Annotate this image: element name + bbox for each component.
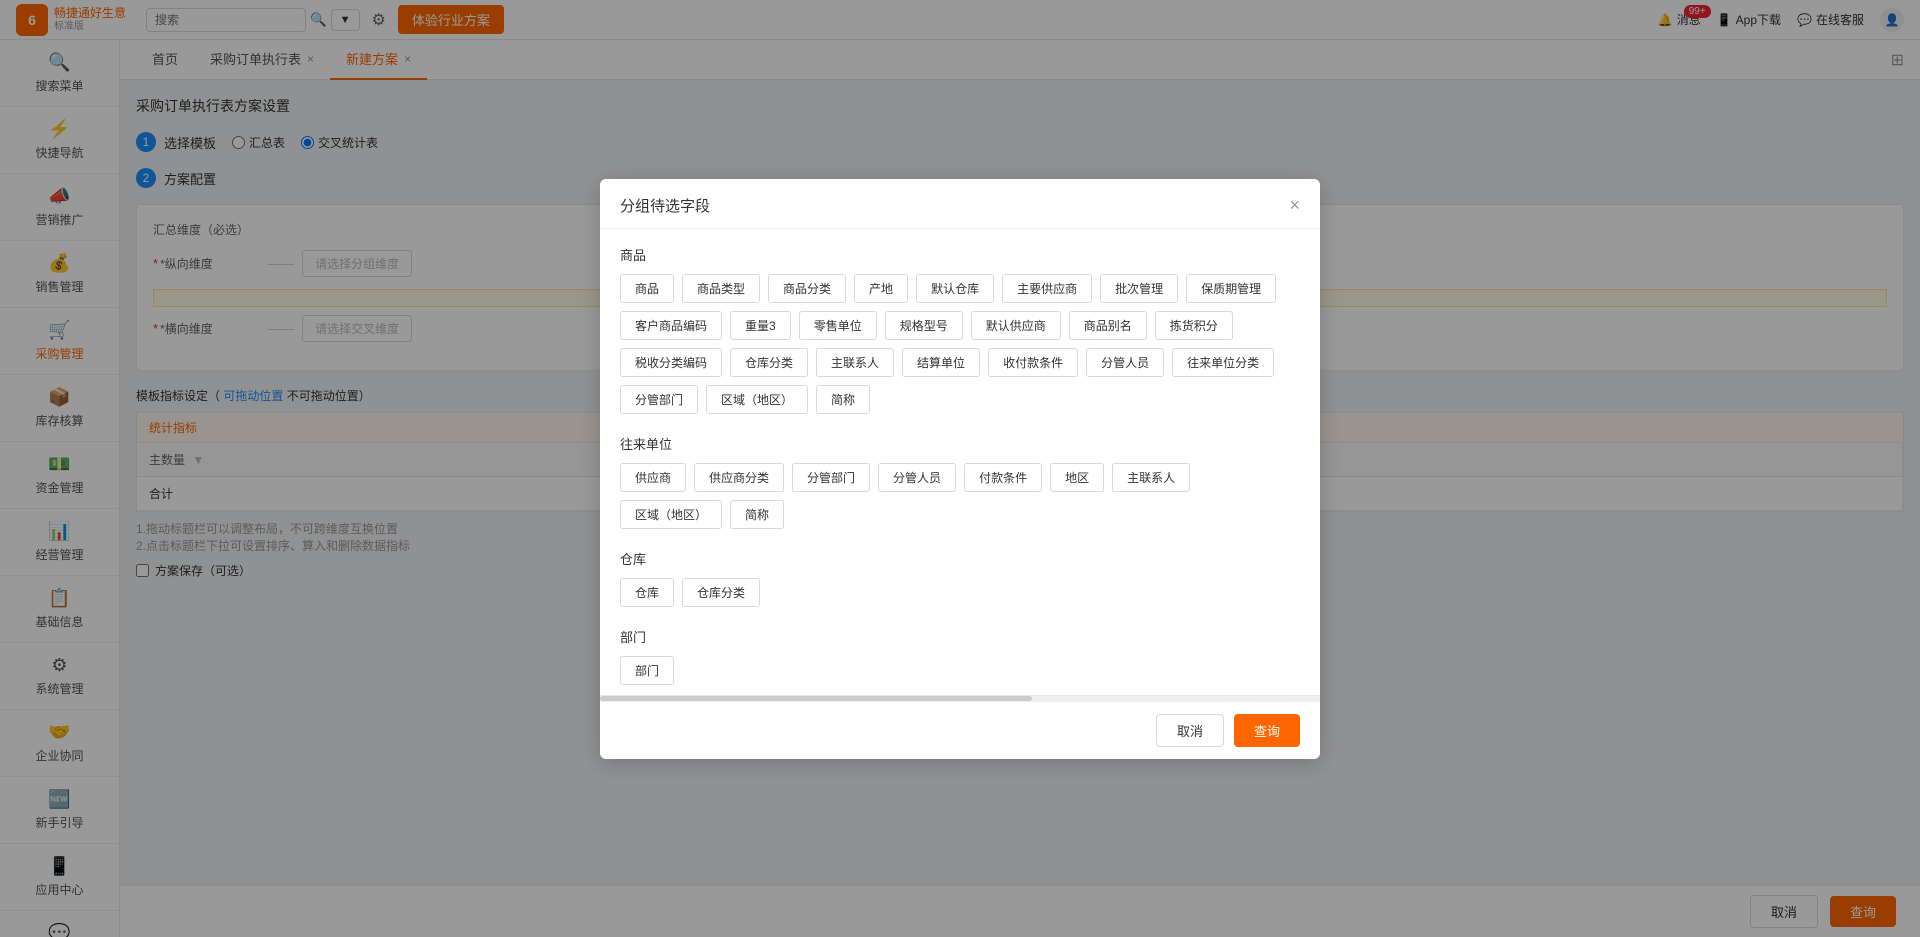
section-goods: 商品 商品 商品类型 商品分类 产地 默认仓库 主要供应商 批次管理 保质期管理…	[620, 245, 1300, 414]
modal-dialog: 分组待选字段 × 商品 商品 商品类型 商品分类 产地 默认仓库 主要供应商 批…	[600, 179, 1320, 759]
tag-partner-7[interactable]: 区域（地区）	[620, 500, 722, 529]
tag-goods-2[interactable]: 商品分类	[768, 274, 846, 303]
section-department: 部门 部门	[620, 627, 1300, 685]
tag-partner-0[interactable]: 供应商	[620, 463, 686, 492]
tag-goods-21[interactable]: 往来单位分类	[1172, 348, 1274, 377]
section-partner: 往来单位 供应商 供应商分类 分管部门 分管人员 付款条件 地区 主联系人 区域…	[620, 434, 1300, 529]
tag-partner-3[interactable]: 分管人员	[878, 463, 956, 492]
tag-goods-7[interactable]: 保质期管理	[1186, 274, 1276, 303]
tag-warehouse-1[interactable]: 仓库分类	[682, 578, 760, 607]
tag-goods-17[interactable]: 主联系人	[816, 348, 894, 377]
tag-goods-19[interactable]: 收付款条件	[988, 348, 1078, 377]
tag-partner-4[interactable]: 付款条件	[964, 463, 1042, 492]
tag-goods-10[interactable]: 零售单位	[799, 311, 877, 340]
modal-cancel-button[interactable]: 取消	[1156, 714, 1224, 747]
tag-goods-5[interactable]: 主要供应商	[1002, 274, 1092, 303]
department-tags: 部门	[620, 656, 1300, 685]
tag-goods-23[interactable]: 区域（地区）	[706, 385, 808, 414]
goods-tags: 商品 商品类型 商品分类 产地 默认仓库 主要供应商 批次管理 保质期管理 客户…	[620, 274, 1300, 414]
tag-partner-6[interactable]: 主联系人	[1112, 463, 1190, 492]
modal-body: 商品 商品 商品类型 商品分类 产地 默认仓库 主要供应商 批次管理 保质期管理…	[600, 229, 1320, 695]
tag-partner-8[interactable]: 简称	[730, 500, 784, 529]
section-goods-title: 商品	[620, 245, 1300, 264]
tag-goods-9[interactable]: 重量3	[730, 311, 791, 340]
section-warehouse-title: 仓库	[620, 549, 1300, 568]
modal-confirm-button[interactable]: 查询	[1234, 714, 1300, 747]
tag-partner-5[interactable]: 地区	[1050, 463, 1104, 492]
tag-goods-24[interactable]: 简称	[816, 385, 870, 414]
tag-goods-18[interactable]: 结算单位	[902, 348, 980, 377]
tag-goods-11[interactable]: 规格型号	[885, 311, 963, 340]
tag-goods-22[interactable]: 分管部门	[620, 385, 698, 414]
tag-dept-0[interactable]: 部门	[620, 656, 674, 685]
section-warehouse: 仓库 仓库 仓库分类	[620, 549, 1300, 607]
modal-title: 分组待选字段	[620, 195, 710, 216]
modal-close-button[interactable]: ×	[1289, 195, 1300, 216]
scrollbar-thumb	[600, 696, 1032, 701]
modal-overlay: 分组待选字段 × 商品 商品 商品类型 商品分类 产地 默认仓库 主要供应商 批…	[0, 0, 1920, 937]
tag-goods-3[interactable]: 产地	[854, 274, 908, 303]
modal-footer: 取消 查询	[600, 701, 1320, 759]
modal-scrollbar-x[interactable]	[600, 695, 1320, 701]
tag-goods-14[interactable]: 拣货积分	[1155, 311, 1233, 340]
tag-warehouse-0[interactable]: 仓库	[620, 578, 674, 607]
tag-goods-6[interactable]: 批次管理	[1100, 274, 1178, 303]
modal-header: 分组待选字段 ×	[600, 179, 1320, 229]
tag-partner-2[interactable]: 分管部门	[792, 463, 870, 492]
tag-goods-13[interactable]: 商品别名	[1069, 311, 1147, 340]
tag-goods-8[interactable]: 客户商品编码	[620, 311, 722, 340]
tag-goods-12[interactable]: 默认供应商	[971, 311, 1061, 340]
tag-goods-0[interactable]: 商品	[620, 274, 674, 303]
tag-partner-1[interactable]: 供应商分类	[694, 463, 784, 492]
tag-goods-15[interactable]: 税收分类编码	[620, 348, 722, 377]
tag-goods-4[interactable]: 默认仓库	[916, 274, 994, 303]
tag-goods-1[interactable]: 商品类型	[682, 274, 760, 303]
tag-goods-20[interactable]: 分管人员	[1086, 348, 1164, 377]
section-partner-title: 往来单位	[620, 434, 1300, 453]
section-department-title: 部门	[620, 627, 1300, 646]
warehouse-tags: 仓库 仓库分类	[620, 578, 1300, 607]
tag-goods-16[interactable]: 仓库分类	[730, 348, 808, 377]
partner-tags: 供应商 供应商分类 分管部门 分管人员 付款条件 地区 主联系人 区域（地区） …	[620, 463, 1300, 529]
